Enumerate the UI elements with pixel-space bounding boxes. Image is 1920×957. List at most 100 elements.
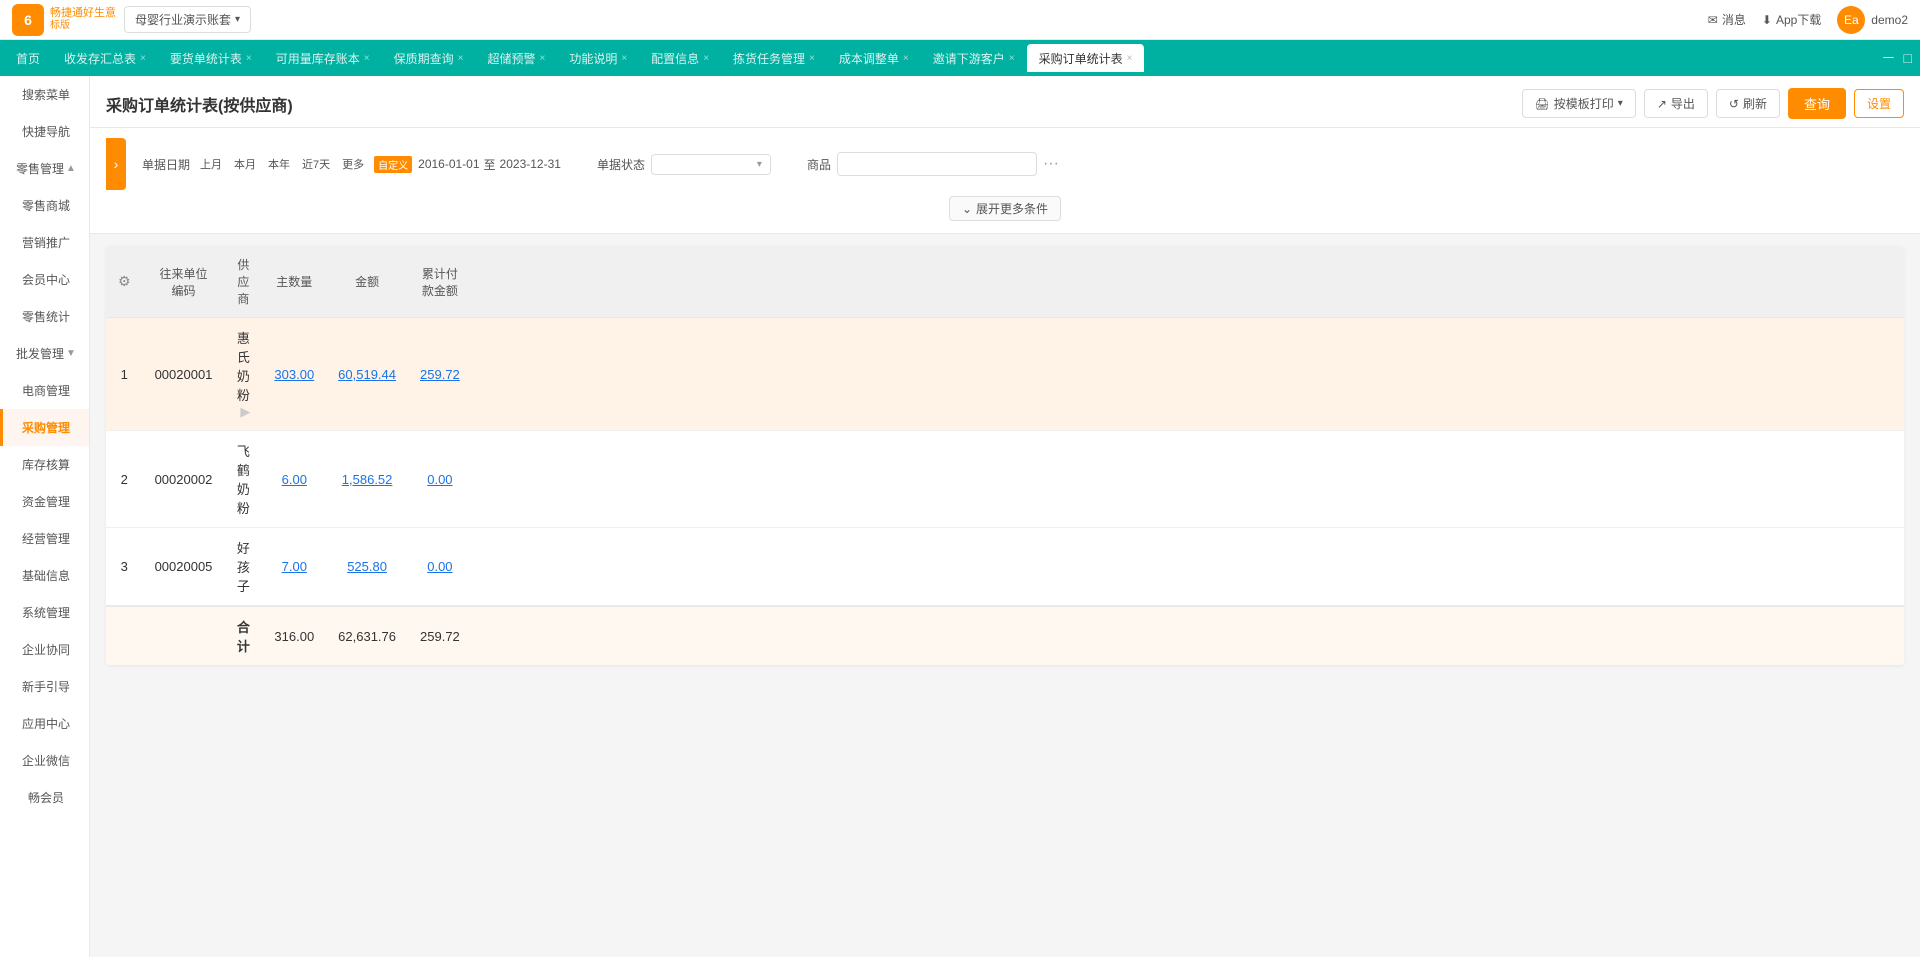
sidebar-item-ecommerce[interactable]: 电商管理 (0, 372, 89, 409)
message-button[interactable]: ✉ 消息 (1708, 11, 1746, 28)
tab-keyongliangkucun[interactable]: 可用量库存账本 × (264, 44, 382, 72)
tab-baozhi[interactable]: 保质期查询 × (382, 44, 476, 72)
expand-row-icon[interactable]: ▶ (240, 404, 250, 419)
table-header-row: ⚙ 往来单位编码 供应商 主数量 金额 累计付款金额 (106, 246, 1904, 318)
query-button[interactable]: 查询 (1788, 88, 1846, 119)
sidebar-item-quicknav[interactable]: 快捷导航 (0, 113, 89, 150)
tab-yaohuodan[interactable]: 要货单统计表 × (158, 44, 264, 72)
tab-peihuorenwu[interactable]: 拣货任务管理 × (721, 44, 827, 72)
tab-shoufahuizhong[interactable]: 收发存汇总表 × (52, 44, 158, 72)
table-row: 2 00020002 飞鹤奶粉 6.00 1,586.52 0.00 (106, 431, 1904, 528)
sidebar-item-member[interactable]: 会员中心 (0, 261, 89, 298)
status-select[interactable]: ▾ (651, 154, 771, 175)
main-layout: 搜索菜单 快捷导航 零售管理 ▲ 零售商城 营销推广 会员中心 零售统计 批发管… (0, 76, 1920, 957)
sidebar-item-basic-info[interactable]: 基础信息 (0, 557, 89, 594)
tab-close-icon[interactable]: × (458, 53, 464, 64)
paid-amount[interactable]: 0.00 (408, 528, 472, 607)
tab-close-icon[interactable]: × (621, 53, 627, 64)
sidebar-item-yihui[interactable]: 畅会员 (0, 779, 89, 816)
main-qty[interactable]: 303.00 (262, 318, 326, 431)
sidebar-item-enterprise-coop[interactable]: 企业协同 (0, 631, 89, 668)
shortcut-last-month[interactable]: 上月 (196, 154, 226, 174)
tab-close-icon[interactable]: × (809, 53, 815, 64)
goods-input[interactable] (837, 152, 1037, 176)
shortcut-more[interactable]: 更多 (338, 154, 368, 174)
shortcut-last7[interactable]: 近7天 (298, 154, 334, 174)
export-button[interactable]: ↗ 导出 (1644, 89, 1708, 118)
shortcut-this-year[interactable]: 本年 (264, 154, 294, 174)
sidebar-item-purchase[interactable]: 采购管理 (0, 409, 89, 446)
sidebar-item-search[interactable]: 搜索菜单 (0, 76, 89, 113)
tab-close-icon[interactable]: × (1127, 53, 1133, 64)
page-actions: 🖨 按模板打印 ▾ ↗ 导出 ↺ 刷新 查询 设置 (1522, 88, 1904, 119)
content-area: 采购订单统计表(按供应商) 🖨 按模板打印 ▾ ↗ 导出 ↺ 刷新 查询 设置 (90, 76, 1920, 957)
paid-amount[interactable]: 259.72 (408, 318, 472, 431)
tab-close-icon[interactable]: × (539, 53, 545, 64)
workspace-selector[interactable]: 母婴行业演示账套 ▾ (124, 6, 251, 33)
logo-text: 畅捷通好生意 标版 (50, 7, 116, 32)
chevron-down-icon: ▾ (235, 14, 240, 25)
sidebar-item-enterprise-wechat[interactable]: 企业微信 (0, 742, 89, 779)
tab-close-icon[interactable]: × (246, 53, 252, 64)
table-row: 3 00020005 好孩子 7.00 525.80 0.00 (106, 528, 1904, 607)
sidebar-item-finance[interactable]: 资金管理 (0, 483, 89, 520)
minimize-tabs-icon[interactable]: － (1882, 48, 1896, 68)
tab-gongnengshuo[interactable]: 功能说明 × (557, 44, 639, 72)
toggle-filter-button[interactable]: › (106, 138, 126, 190)
tab-chengbentiaoji[interactable]: 成本调整单 × (827, 44, 921, 72)
th-settings[interactable]: ⚙ (106, 246, 143, 318)
tab-close-icon[interactable]: × (1009, 53, 1015, 64)
sidebar-item-retail-mall[interactable]: 零售商城 (0, 187, 89, 224)
app-download-button[interactable]: ⬇ App下载 (1762, 11, 1821, 28)
shortcut-this-month[interactable]: 本月 (230, 154, 260, 174)
tab-chaochuyujing[interactable]: 超储预警 × (475, 44, 557, 72)
table-row: 1 00020001 惠氏奶粉 ▶ 303.00 60,519.44 259.7… (106, 318, 1904, 431)
sidebar-item-wholesale[interactable]: 批发管理 ▼ (0, 335, 89, 372)
tab-close-icon[interactable]: × (140, 53, 146, 64)
tab-close-icon[interactable]: × (703, 53, 709, 64)
main-qty[interactable]: 7.00 (262, 528, 326, 607)
user-name: demo2 (1871, 13, 1908, 27)
filter-bar: › 单据日期 上月 本月 本年 近7天 更多 自定义 2016-01-01 至 (90, 128, 1920, 234)
tab-home[interactable]: 首页 (4, 44, 52, 72)
navtabs: 首页 收发存汇总表 × 要货单统计表 × 可用量库存账本 × 保质期查询 × 超… (0, 40, 1920, 76)
tab-peizhi[interactable]: 配置信息 × (639, 44, 721, 72)
gear-icon[interactable]: ⚙ (118, 273, 131, 289)
maximize-tabs-icon[interactable]: □ (1904, 50, 1912, 66)
status-filter-group: 单据状态 ▾ (597, 154, 771, 175)
refresh-icon: ↺ (1729, 97, 1739, 111)
row-index: 1 (106, 318, 143, 431)
refresh-button[interactable]: ↺ 刷新 (1716, 89, 1780, 118)
print-icon: 🖨 (1535, 97, 1550, 111)
sidebar-item-inventory[interactable]: 库存核算 (0, 446, 89, 483)
settings-button[interactable]: 设置 (1854, 89, 1904, 118)
tab-close-icon[interactable]: × (364, 53, 370, 64)
paid-amount[interactable]: 0.00 (408, 431, 472, 528)
tab-caigoudantongjibiao[interactable]: 采购订单统计表 × (1027, 44, 1145, 72)
more-options-icon[interactable]: ··· (1043, 155, 1059, 173)
sidebar-item-operations[interactable]: 经营管理 (0, 520, 89, 557)
main-qty[interactable]: 6.00 (262, 431, 326, 528)
tab-close-icon[interactable]: × (903, 53, 909, 64)
sidebar-item-retail[interactable]: 零售管理 ▲ (0, 150, 89, 187)
sidebar-item-app-center[interactable]: 应用中心 (0, 705, 89, 742)
user-area[interactable]: Ea demo2 (1837, 6, 1908, 34)
th-amount: 金额 (326, 246, 408, 318)
sidebar-item-newbie[interactable]: 新手引导 (0, 668, 89, 705)
logo-area: 6 畅捷通好生意 标版 (12, 4, 116, 36)
amount[interactable]: 525.80 (326, 528, 408, 607)
expand-more-button[interactable]: ⌄ 展开更多条件 (949, 196, 1061, 221)
sidebar-item-retail-stats[interactable]: 零售统计 (0, 298, 89, 335)
total-paid-amount: 259.72 (408, 606, 472, 665)
total-main-qty: 316.00 (262, 606, 326, 665)
sidebar-item-marketing[interactable]: 营销推广 (0, 224, 89, 261)
print-button[interactable]: 🖨 按模板打印 ▾ (1522, 89, 1636, 118)
amount[interactable]: 1,586.52 (326, 431, 408, 528)
supplier-code: 00020002 (143, 431, 225, 528)
page-header: 采购订单统计表(按供应商) 🖨 按模板打印 ▾ ↗ 导出 ↺ 刷新 查询 设置 (90, 76, 1920, 128)
sidebar-item-system[interactable]: 系统管理 (0, 594, 89, 631)
tab-yaoqing[interactable]: 邀请下游客户 × (921, 44, 1027, 72)
avatar: Ea (1837, 6, 1865, 34)
th-main-qty: 主数量 (262, 246, 326, 318)
amount[interactable]: 60,519.44 (326, 318, 408, 431)
